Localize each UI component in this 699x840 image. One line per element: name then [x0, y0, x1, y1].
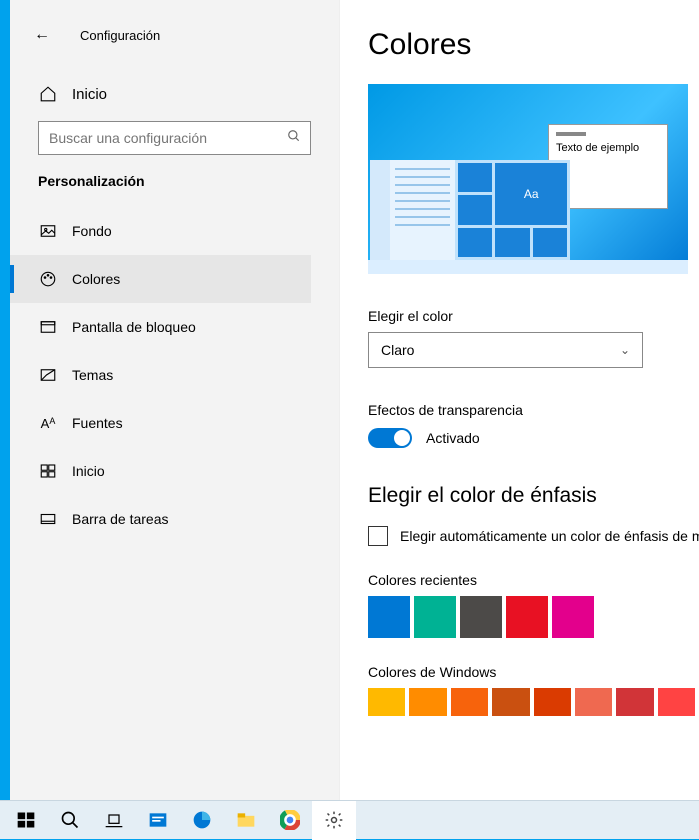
sidebar-item-label: Fondo [72, 223, 112, 239]
home-button[interactable]: Inicio [38, 75, 311, 113]
taskbar-app-1[interactable] [136, 801, 180, 840]
sidebar-item-temas[interactable]: Temas [10, 351, 311, 399]
transparency-label: Efectos de transparencia [368, 402, 699, 418]
sidebar-item-taskbar[interactable]: Barra de tareas [10, 495, 311, 543]
auto-accent-row: Elegir automáticamente un color de énfas… [368, 526, 699, 546]
sidebar-item-fuentes[interactable]: AA Fuentes [10, 399, 311, 447]
home-label: Inicio [72, 86, 107, 103]
palette-icon [38, 270, 58, 288]
start-icon [38, 462, 58, 480]
search-icon [287, 129, 301, 146]
lockframe-icon [38, 318, 58, 336]
sidebar-item-fondo[interactable]: Fondo [10, 207, 311, 255]
nav-list: Fondo Colores Pantalla de bloqueo Temas … [10, 207, 311, 543]
picture-icon [38, 222, 58, 240]
preview-tile-aa: Aa [495, 163, 567, 225]
brush-icon [38, 366, 58, 384]
search-box [38, 121, 311, 155]
color-swatch[interactable] [658, 688, 695, 716]
color-swatch[interactable] [552, 596, 594, 638]
color-mode-value: Claro [381, 342, 414, 358]
preview-start: Aa [370, 160, 570, 260]
sidebar-item-lockscreen[interactable]: Pantalla de bloqueo [10, 303, 311, 351]
preview-text: Texto de ejemplo [549, 136, 667, 160]
sidebar-item-inicio[interactable]: Inicio [10, 447, 311, 495]
sidebar-inner: Inicio Personalización Fondo Colores [10, 55, 339, 543]
color-swatch[interactable] [492, 688, 529, 716]
settings-taskbar-icon[interactable] [312, 801, 356, 840]
task-view-icon[interactable] [92, 801, 136, 840]
preview-pane: Texto de ejemplo Aa [368, 84, 688, 274]
choose-color-label: Elegir el color [368, 308, 699, 324]
auto-accent-checkbox[interactable] [368, 526, 388, 546]
taskbar-icon [38, 510, 58, 528]
chevron-down-icon: ⌄ [620, 343, 630, 357]
transparency-value: Activado [426, 430, 480, 446]
page-title: Colores [368, 28, 699, 62]
edge-icon[interactable] [180, 801, 224, 840]
sidebar-item-label: Inicio [72, 463, 105, 479]
sidebar-item-label: Temas [72, 367, 113, 383]
recent-colors [368, 596, 699, 638]
windows-colors-label: Colores de Windows [368, 664, 699, 680]
chrome-icon[interactable] [268, 801, 312, 840]
sidebar-item-label: Fuentes [72, 415, 123, 431]
color-swatch[interactable] [409, 688, 446, 716]
sidebar-item-label: Barra de tareas [72, 511, 169, 527]
color-swatch[interactable] [368, 596, 410, 638]
header-row: ← Configuración [10, 15, 339, 55]
font-icon: AA [38, 416, 58, 431]
os-taskbar [0, 800, 699, 839]
color-swatch[interactable] [616, 688, 653, 716]
color-swatch[interactable] [451, 688, 488, 716]
auto-accent-label: Elegir automáticamente un color de énfas… [400, 528, 699, 544]
accent-heading: Elegir el color de énfasis [368, 484, 699, 508]
start-button[interactable] [4, 801, 48, 840]
color-swatch[interactable] [460, 596, 502, 638]
sidebar-item-colores[interactable]: Colores [10, 255, 311, 303]
color-swatch[interactable] [368, 688, 405, 716]
settings-window: ← Configuración Inicio Personalización [10, 0, 699, 800]
color-mode-select[interactable]: Claro ⌄ [368, 332, 643, 368]
color-swatch[interactable] [534, 688, 571, 716]
recent-colors-label: Colores recientes [368, 572, 699, 588]
sidebar-item-label: Pantalla de bloqueo [72, 319, 196, 335]
breadcrumb: Configuración [80, 28, 160, 43]
taskbar-search-icon[interactable] [48, 801, 92, 840]
home-icon [38, 85, 58, 103]
sidebar: ← Configuración Inicio Personalización [10, 0, 340, 800]
color-swatch[interactable] [575, 688, 612, 716]
file-explorer-icon[interactable] [224, 801, 268, 840]
search-input[interactable] [38, 121, 311, 155]
windows-colors [368, 688, 699, 716]
transparency-toggle[interactable] [368, 428, 412, 448]
section-title: Personalización [38, 173, 311, 189]
color-swatch[interactable] [414, 596, 456, 638]
color-swatch[interactable] [506, 596, 548, 638]
preview-taskbar [368, 260, 688, 274]
main-content: Colores Texto de ejemplo Aa Elegi [340, 0, 699, 800]
transparency-row: Activado [368, 428, 699, 448]
back-icon[interactable]: ← [34, 26, 50, 44]
sidebar-item-label: Colores [72, 271, 120, 287]
